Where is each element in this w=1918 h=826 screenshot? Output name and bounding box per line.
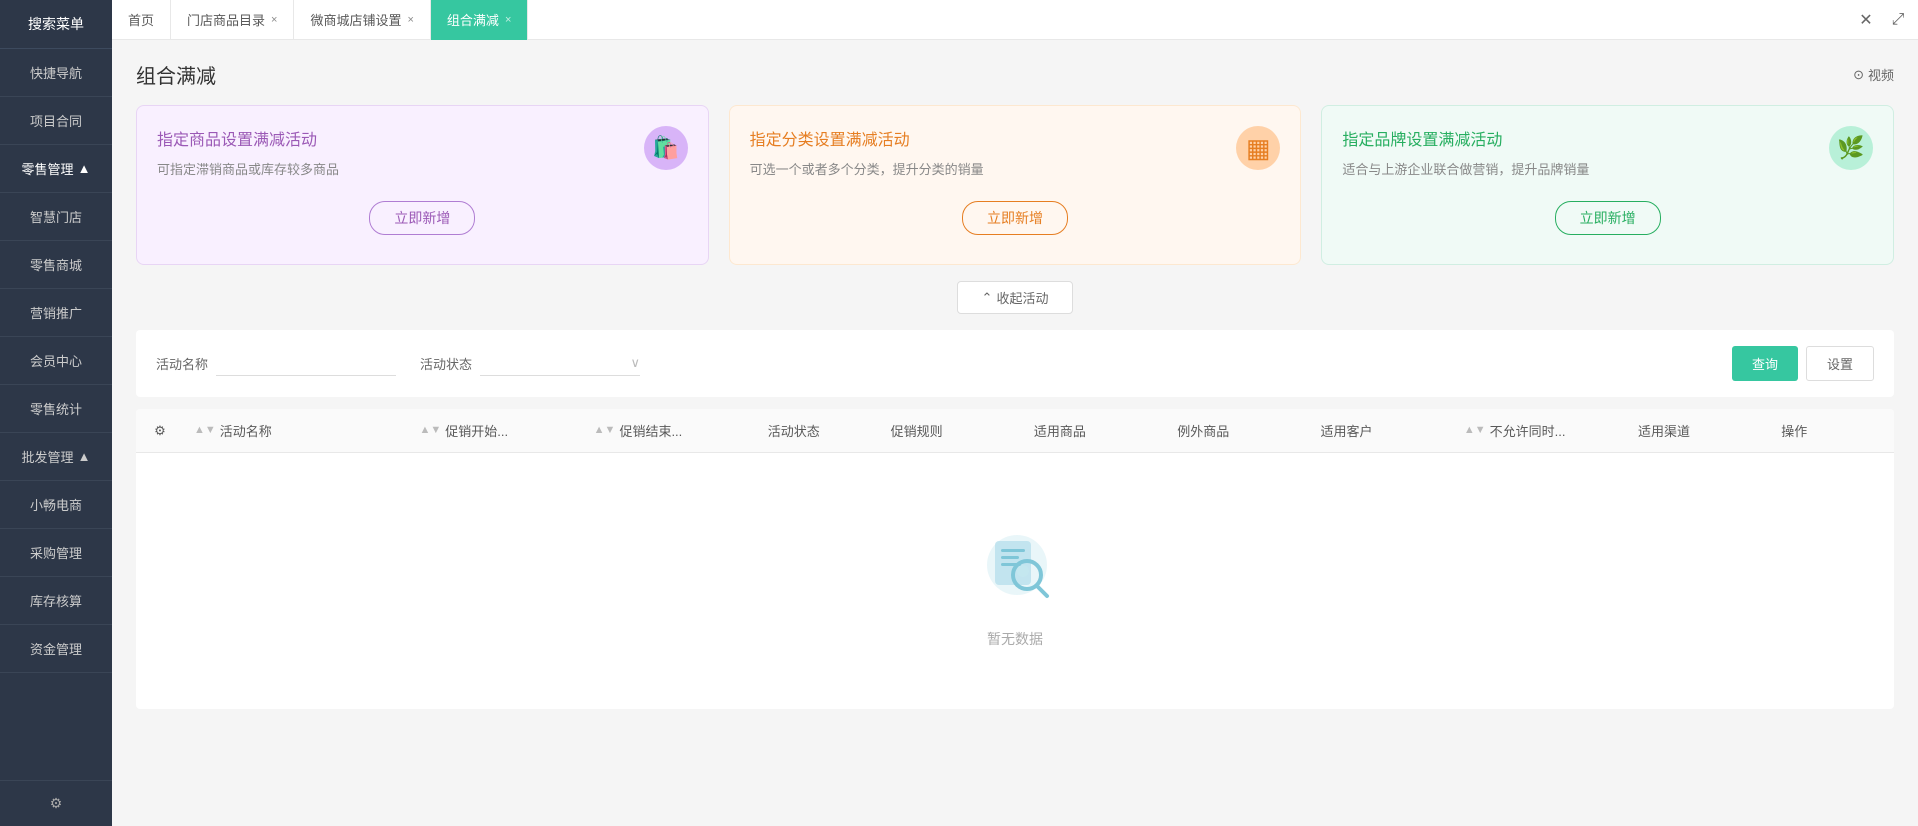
th-activity-status: 活动状态 (758, 409, 881, 452)
card-desc-specify-product: 可指定滞销商品或库存较多商品 (157, 160, 688, 181)
sidebar-item-smart-store[interactable]: 智慧门店 (0, 193, 112, 241)
page-header: 组合满减 ⊙ 视频 (136, 60, 1894, 89)
activity-card-specify-category: 指定分类设置满减活动 ▦ 可选一个或者多个分类，提升分类的销量 立即新增 (729, 105, 1302, 265)
tab-bar-actions: ✕ ⤢ (1854, 8, 1918, 32)
filter-activity-name: 活动名称 (156, 352, 396, 376)
sidebar-item-marketing[interactable]: 营销推广 (0, 289, 112, 337)
query-button[interactable]: 查询 (1732, 346, 1798, 381)
sort-icon-promo-start[interactable]: ▲▼ (420, 426, 442, 435)
sidebar-item-member-center[interactable]: 会员中心 (0, 337, 112, 385)
activity-status-label: 活动状态 (420, 354, 472, 373)
sidebar-search[interactable]: 搜索菜单 (0, 0, 112, 49)
card-title-specify-category: 指定分类设置满减活动 (750, 126, 1281, 150)
tab-home[interactable]: 首页 (112, 0, 171, 40)
data-table: ⚙ ▲▼ 活动名称 ▲▼ 促销开始... ▲▼ 促销结束... 活动状态 (136, 409, 1894, 709)
th-applicable-goods: 适用商品 (1024, 409, 1167, 452)
tab-wechat-settings[interactable]: 微商城店铺设置 × (294, 0, 430, 40)
add-button-specify-category[interactable]: 立即新增 (962, 201, 1068, 235)
main-area: 首页 门店商品目录 × 微商城店铺设置 × 组合满减 × ✕ ⤢ 组合满减 ⊙ … (112, 0, 1918, 826)
collapse-bar: ⌃ 收起活动 (136, 281, 1894, 314)
tab-bar: 首页 门店商品目录 × 微商城店铺设置 × 组合满减 × ✕ ⤢ (112, 0, 1918, 40)
activity-status-select[interactable]: ∨ (480, 351, 640, 376)
card-title-specify-brand: 指定品牌设置满减活动 (1342, 126, 1873, 150)
sidebar-item-purchase[interactable]: 采购管理 (0, 529, 112, 577)
play-circle-icon: ⊙ (1853, 67, 1864, 83)
gear-icon: ⚙ (50, 795, 63, 811)
tab-close-wechat-settings[interactable]: × (407, 14, 413, 26)
sort-icon-promo-end[interactable]: ▲▼ (594, 426, 616, 435)
sidebar-item-xiaochangecommerce[interactable]: 小畅电商 (0, 481, 112, 529)
activity-name-label: 活动名称 (156, 354, 208, 373)
card-icon-specify-product: 🛍️ (644, 126, 688, 170)
empty-state-icon (965, 513, 1065, 613)
sort-icon-activity-name[interactable]: ▲▼ (194, 426, 216, 435)
page-title: 组合满减 (136, 60, 216, 89)
sidebar-item-inventory[interactable]: 库存核算 (0, 577, 112, 625)
activity-card-specify-brand: 指定品牌设置满减活动 🌿 适合与上游企业联合做营销，提升品牌销量 立即新增 (1321, 105, 1894, 265)
filter-bar: 活动名称 活动状态 ∨ 查询 设置 (136, 330, 1894, 397)
th-exclude-goods: 例外商品 (1167, 409, 1310, 452)
th-promo-rule: 促销规则 (881, 409, 1024, 452)
tab-store-catalog[interactable]: 门店商品目录 × (171, 0, 294, 40)
empty-state: 暂无数据 (136, 453, 1894, 709)
activity-cards: 指定商品设置满减活动 🛍️ 可指定滞销商品或库存较多商品 立即新增 指定分类设置… (136, 105, 1894, 265)
settings-button[interactable]: 设置 (1806, 346, 1874, 381)
th-promo-end: ▲▼ 促销结束... (584, 409, 758, 452)
th-applicable-channel: 适用渠道 (1628, 409, 1771, 452)
sidebar-item-wholesale[interactable]: 批发管理 ▲ (0, 433, 112, 481)
chevron-up-icon: ⌃ (982, 290, 993, 306)
card-desc-specify-category: 可选一个或者多个分类，提升分类的销量 (750, 160, 1281, 181)
card-desc-specify-brand: 适合与上游企业联合做营销，提升品牌销量 (1342, 160, 1873, 181)
sort-icon-no-concurrent[interactable]: ▲▼ (1464, 426, 1486, 435)
table-header: ⚙ ▲▼ 活动名称 ▲▼ 促销开始... ▲▼ 促销结束... 活动状态 (136, 409, 1894, 453)
chevron-down-icon: ∨ (631, 355, 641, 371)
filter-activity-status: 活动状态 ∨ (420, 351, 640, 376)
sidebar-item-quick-nav[interactable]: 快捷导航 (0, 49, 112, 97)
th-no-concurrent: ▲▼ 不允许同时... (1454, 409, 1628, 452)
maximize-window-button[interactable]: ⤢ (1886, 8, 1910, 32)
empty-text: 暂无数据 (987, 629, 1043, 649)
table-gear-icon: ⚙ (154, 423, 166, 439)
sidebar-item-retail-management[interactable]: 零售管理 ▲ (0, 145, 112, 193)
th-gear[interactable]: ⚙ (136, 411, 184, 451)
sidebar-item-finance[interactable]: 资金管理 (0, 625, 112, 673)
close-window-button[interactable]: ✕ (1854, 8, 1878, 32)
th-operation: 操作 (1771, 409, 1894, 452)
main-content: 组合满减 ⊙ 视频 指定商品设置满减活动 🛍️ 可指定滞销商品或库存较多商品 立… (112, 40, 1918, 826)
add-button-specify-product[interactable]: 立即新增 (369, 201, 475, 235)
add-button-specify-brand[interactable]: 立即新增 (1555, 201, 1661, 235)
tab-close-store-catalog[interactable]: × (271, 14, 277, 26)
sidebar-item-project-contract[interactable]: 项目合同 (0, 97, 112, 145)
video-link[interactable]: ⊙ 视频 (1853, 65, 1894, 84)
sidebar-settings[interactable]: ⚙ (0, 780, 112, 826)
tab-close-combo-discount[interactable]: × (505, 14, 511, 26)
th-promo-start: ▲▼ 促销开始... (410, 409, 584, 452)
sidebar: 搜索菜单 快捷导航 项目合同 零售管理 ▲ 智慧门店 零售商城 营销推广 会员中… (0, 0, 112, 826)
sidebar-item-retail-mall[interactable]: 零售商城 (0, 241, 112, 289)
filter-actions: 查询 设置 (1732, 346, 1874, 381)
activity-card-specify-product: 指定商品设置满减活动 🛍️ 可指定滞销商品或库存较多商品 立即新增 (136, 105, 709, 265)
tab-combo-discount[interactable]: 组合满减 × (431, 0, 528, 40)
collapse-activity-button[interactable]: ⌃ 收起活动 (957, 281, 1074, 314)
card-icon-specify-brand: 🌿 (1829, 126, 1873, 170)
th-activity-name: ▲▼ 活动名称 (184, 409, 410, 452)
activity-name-input[interactable] (216, 352, 396, 376)
sidebar-item-retail-stats[interactable]: 零售统计 (0, 385, 112, 433)
th-applicable-customer: 适用客户 (1311, 409, 1454, 452)
card-title-specify-product: 指定商品设置满减活动 (157, 126, 688, 150)
